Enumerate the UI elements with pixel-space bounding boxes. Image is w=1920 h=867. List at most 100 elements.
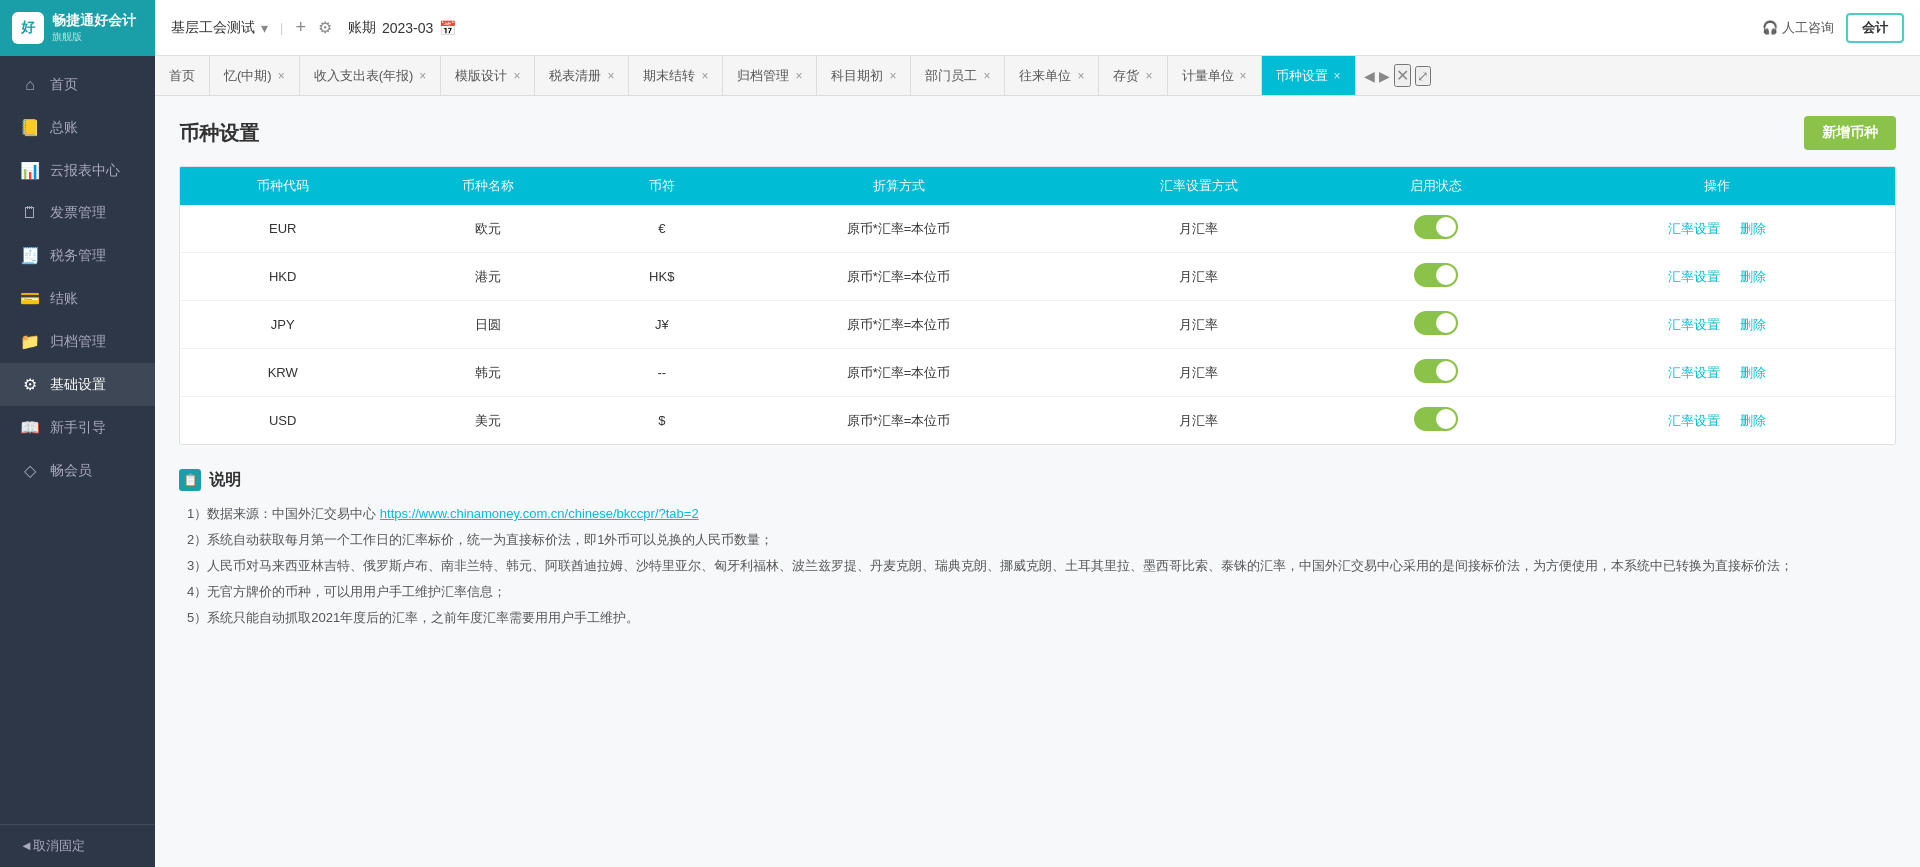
enable-status[interactable] bbox=[1333, 253, 1538, 301]
rate-setting-link[interactable]: 汇率设置 bbox=[1668, 365, 1720, 380]
rate-setting-link[interactable]: 汇率设置 bbox=[1668, 221, 1720, 236]
tab-balance[interactable]: 忆(中期)× bbox=[210, 56, 300, 96]
period-selector[interactable]: 账期 2023-03 📅 bbox=[348, 19, 456, 37]
notes-list: 1）数据来源：中国外汇交易中心 https://www.chinamoney.c… bbox=[179, 501, 1896, 631]
tab-inventory[interactable]: 存货× bbox=[1099, 56, 1167, 96]
sidebar-item-guide[interactable]: 📖新手引导 bbox=[0, 406, 155, 449]
delete-link[interactable]: 删除 bbox=[1740, 269, 1766, 284]
rate-setting-link[interactable]: 汇率设置 bbox=[1668, 317, 1720, 332]
tab-tax[interactable]: 税表清册 × bbox=[535, 56, 629, 96]
tab-dept[interactable]: 部门员工× bbox=[911, 56, 1005, 96]
sidebar-item-reports[interactable]: 📊云报表中心 bbox=[0, 149, 155, 192]
tab-close-period[interactable]: × bbox=[701, 69, 708, 83]
tab-close-customers[interactable]: × bbox=[1077, 69, 1084, 83]
delete-link[interactable]: 删除 bbox=[1740, 221, 1766, 236]
enable-toggle[interactable] bbox=[1414, 407, 1458, 431]
maximize-button[interactable]: ⤢ bbox=[1415, 66, 1431, 86]
tab-close-balance[interactable]: × bbox=[278, 69, 285, 83]
currency-code: JPY bbox=[180, 301, 385, 349]
tab-label-accounts: 科目期初 bbox=[831, 67, 883, 85]
tab-scroll-left-button[interactable]: ◀ bbox=[1364, 68, 1375, 84]
enable-status[interactable] bbox=[1333, 397, 1538, 445]
sidebar-label-ledger: 总账 bbox=[50, 119, 78, 137]
tab-label-template: 模版设计 bbox=[455, 67, 507, 85]
add-company-button[interactable]: + bbox=[295, 17, 306, 38]
enable-toggle[interactable] bbox=[1414, 311, 1458, 335]
enable-status[interactable] bbox=[1333, 205, 1538, 253]
tab-income[interactable]: 收入支出表(年报)× bbox=[300, 56, 442, 96]
tab-close-income[interactable]: × bbox=[419, 69, 426, 83]
action-cell: 汇率设置 删除 bbox=[1539, 301, 1895, 349]
tab-close-template[interactable]: × bbox=[513, 69, 520, 83]
currency-symbol: -- bbox=[591, 349, 733, 397]
sidebar-logo: 好 畅捷通好会计 旗舰版 bbox=[0, 0, 155, 56]
tab-close-tax[interactable]: × bbox=[607, 69, 614, 83]
tab-label-tax: 税表清册 bbox=[549, 67, 601, 85]
sidebar-pin-toggle[interactable]: ◄取消固定 bbox=[0, 824, 155, 867]
tab-template[interactable]: 模版设计 × bbox=[441, 56, 535, 96]
company-settings-icon[interactable]: ⚙ bbox=[318, 18, 332, 37]
table-row: HKD 港元 HK$ 原币*汇率=本位币 月汇率 汇率设置 删除 bbox=[180, 253, 1895, 301]
tab-close-unit[interactable]: × bbox=[1240, 69, 1247, 83]
tab-close-inventory[interactable]: × bbox=[1145, 69, 1152, 83]
sidebar-item-tax[interactable]: 🧾税务管理 bbox=[0, 234, 155, 277]
sidebar-item-home[interactable]: ⌂首页 bbox=[0, 64, 155, 106]
topbar: 基层工会测试 ▾ | + ⚙ 账期 2023-03 📅 🎧 人工咨询 会计 bbox=[155, 0, 1920, 56]
tab-close-currency[interactable]: × bbox=[1334, 69, 1341, 83]
tab-accounts[interactable]: 科目期初 × bbox=[817, 56, 911, 96]
table-header-cell: 币种代码 bbox=[180, 167, 385, 205]
notes-icon: 📋 bbox=[179, 469, 201, 491]
sidebar-icon-member: ◇ bbox=[20, 461, 40, 480]
sidebar-item-ledger[interactable]: 📒总账 bbox=[0, 106, 155, 149]
sidebar-item-settings[interactable]: ⚙基础设置 bbox=[0, 363, 155, 406]
sidebar-item-member[interactable]: ◇畅会员 bbox=[0, 449, 155, 492]
currency-code: HKD bbox=[180, 253, 385, 301]
sidebar-label-settings: 基础设置 bbox=[50, 376, 106, 394]
tab-customers[interactable]: 往来单位× bbox=[1005, 56, 1099, 96]
note-item: 1）数据来源：中国外汇交易中心 https://www.chinamoney.c… bbox=[179, 501, 1896, 527]
tab-period[interactable]: 期末结转× bbox=[629, 56, 723, 96]
rate-type: 月汇率 bbox=[1064, 349, 1333, 397]
service-button[interactable]: 🎧 人工咨询 bbox=[1762, 19, 1834, 37]
sidebar-item-archive[interactable]: 📁归档管理 bbox=[0, 320, 155, 363]
rate-type: 月汇率 bbox=[1064, 205, 1333, 253]
sidebar-label-checkout: 结账 bbox=[50, 290, 78, 308]
currency-symbol: $ bbox=[591, 397, 733, 445]
tab-label-home: 首页 bbox=[169, 67, 195, 85]
note-item: 4）无官方牌价的币种，可以用用户手工维护汇率信息； bbox=[179, 579, 1896, 605]
tab-home[interactable]: 首页 bbox=[155, 56, 210, 96]
action-cell: 汇率设置 删除 bbox=[1539, 205, 1895, 253]
rate-type: 月汇率 bbox=[1064, 301, 1333, 349]
tab-archive[interactable]: 归档管理× bbox=[723, 56, 817, 96]
tab-close-dept[interactable]: × bbox=[983, 69, 990, 83]
tab-close-archive[interactable]: × bbox=[795, 69, 802, 83]
account-type-button[interactable]: 会计 bbox=[1846, 13, 1904, 43]
delete-link[interactable]: 删除 bbox=[1740, 365, 1766, 380]
company-name: 基层工会测试 bbox=[171, 19, 255, 37]
sidebar-item-invoice[interactable]: 🗒发票管理 bbox=[0, 192, 155, 234]
tab-close-accounts[interactable]: × bbox=[889, 69, 896, 83]
close-tab-button[interactable]: ✕ bbox=[1394, 64, 1411, 87]
enable-toggle[interactable] bbox=[1414, 215, 1458, 239]
table-row: USD 美元 $ 原币*汇率=本位币 月汇率 汇率设置 删除 bbox=[180, 397, 1895, 445]
delete-link[interactable]: 删除 bbox=[1740, 413, 1766, 428]
notes-link[interactable]: https://www.chinamoney.com.cn/chinese/bk… bbox=[380, 506, 699, 521]
new-currency-button[interactable]: 新增币种 bbox=[1804, 116, 1896, 150]
tab-currency[interactable]: 币种设置× bbox=[1262, 56, 1356, 96]
sidebar-label-tax: 税务管理 bbox=[50, 247, 106, 265]
period-value: 2023-03 bbox=[382, 20, 433, 36]
rate-setting-link[interactable]: 汇率设置 bbox=[1668, 269, 1720, 284]
enable-toggle[interactable] bbox=[1414, 359, 1458, 383]
company-selector[interactable]: 基层工会测试 ▾ bbox=[171, 19, 268, 37]
enable-status[interactable] bbox=[1333, 301, 1538, 349]
tab-unit[interactable]: 计量单位× bbox=[1168, 56, 1262, 96]
logo-icon: 好 bbox=[12, 12, 44, 44]
delete-link[interactable]: 删除 bbox=[1740, 317, 1766, 332]
enable-toggle[interactable] bbox=[1414, 263, 1458, 287]
sidebar-icon-checkout: 💳 bbox=[20, 289, 40, 308]
currency-name: 欧元 bbox=[385, 205, 590, 253]
tab-scroll-right-button[interactable]: ▶ bbox=[1379, 68, 1390, 84]
sidebar-item-checkout[interactable]: 💳 结账 bbox=[0, 277, 155, 320]
rate-setting-link[interactable]: 汇率设置 bbox=[1668, 413, 1720, 428]
enable-status[interactable] bbox=[1333, 349, 1538, 397]
